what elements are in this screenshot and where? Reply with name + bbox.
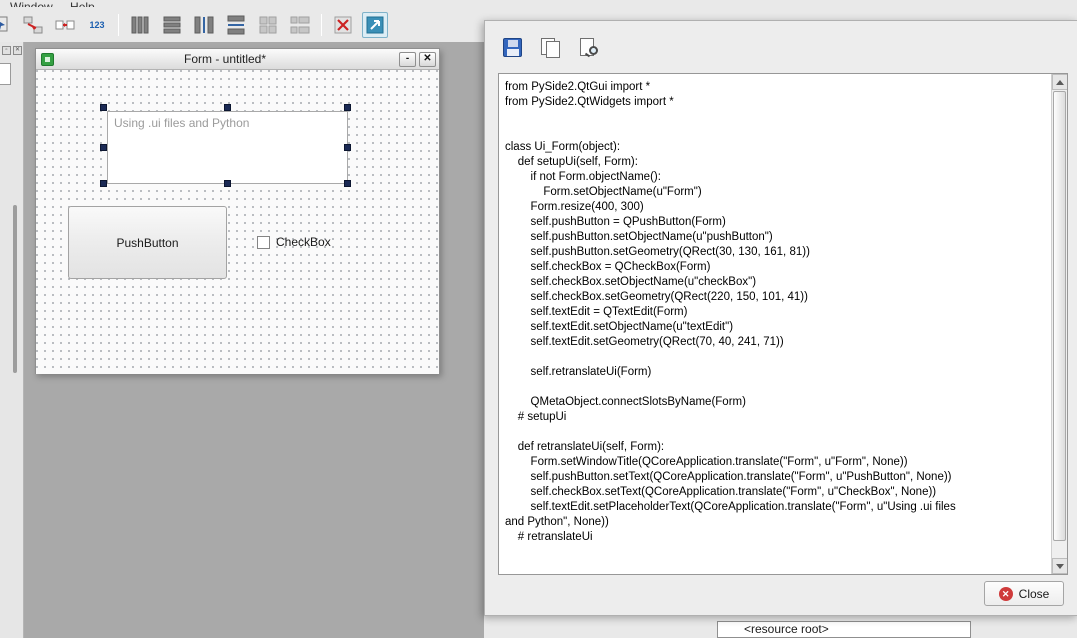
edit-widgets-icon[interactable] <box>0 12 14 38</box>
checkbox-widget[interactable]: CheckBox <box>257 235 331 249</box>
code-line: self.checkBox = QCheckBox(Form) <box>505 260 1049 275</box>
code-line: self.textEdit.setGeometry(QRect(70, 40, … <box>505 335 1049 350</box>
copy-button[interactable] <box>537 33 563 61</box>
layout-form-icon[interactable] <box>287 12 313 38</box>
toolbar-separator <box>118 14 119 36</box>
selection-handle[interactable] <box>344 104 351 111</box>
code-line <box>505 110 1049 125</box>
code-line: # setupUi <box>505 410 1049 425</box>
dock-float-icon[interactable]: ▫ <box>2 46 11 55</box>
close-window-button[interactable]: ✕ <box>419 52 436 67</box>
close-button[interactable]: ✕ Close <box>984 581 1064 606</box>
form-window-titlebar[interactable]: Form - untitled* - ✕ <box>36 49 439 70</box>
selection-handle[interactable] <box>100 180 107 187</box>
code-line: def setupUi(self, Form): <box>505 155 1049 170</box>
resource-browser-partial[interactable]: <resource root> <box>717 621 971 638</box>
code-scrollbar[interactable] <box>1051 74 1067 574</box>
code-line: self.pushButton.setObjectName(u"pushButt… <box>505 230 1049 245</box>
code-preview-dialog: from PySide2.QtGui import *from PySide2.… <box>484 20 1077 616</box>
edit-tab-order-icon[interactable]: 123 <box>84 12 110 38</box>
break-layout-icon[interactable] <box>330 12 356 38</box>
scroll-up-icon[interactable] <box>1052 74 1068 90</box>
menu-help[interactable]: Help <box>70 0 95 7</box>
dock-close-icon[interactable]: ✕ <box>13 46 22 55</box>
code-line: self.pushButton.setText(QCoreApplication… <box>505 470 1049 485</box>
scrollbar-thumb[interactable] <box>1053 91 1066 541</box>
code-line: self.checkBox.setObjectName(u"checkBox") <box>505 275 1049 290</box>
code-line: Form.setWindowTitle(QCoreApplication.tra… <box>505 455 1049 470</box>
close-x-icon: ✕ <box>999 587 1013 601</box>
code-line: self.textEdit.setPlaceholderText(QCoreAp… <box>505 500 1049 515</box>
selection-handle[interactable] <box>224 180 231 187</box>
textedit-widget[interactable]: Using .ui files and Python <box>107 111 348 184</box>
form-window-title: Form - untitled* <box>54 52 396 66</box>
selection-handle[interactable] <box>100 144 107 151</box>
checkbox-label: CheckBox <box>276 235 331 249</box>
layout-horizontal-splitter-icon[interactable] <box>191 12 217 38</box>
code-line: self.retranslateUi(Form) <box>505 365 1049 380</box>
form-window-icon <box>41 53 54 66</box>
code-line: from PySide2.QtWidgets import * <box>505 95 1049 110</box>
layout-horizontal-icon[interactable] <box>127 12 153 38</box>
pushbutton-widget[interactable]: PushButton <box>68 206 227 279</box>
selection-handle[interactable] <box>344 180 351 187</box>
code-line: if not Form.objectName(): <box>505 170 1049 185</box>
code-line: Form.setObjectName(u"Form") <box>505 185 1049 200</box>
checkbox-box[interactable] <box>257 236 270 249</box>
find-button[interactable] <box>575 33 601 61</box>
scroll-down-icon[interactable] <box>1052 558 1068 574</box>
widgetbox-filter-partial[interactable] <box>0 63 11 85</box>
edit-buddies-icon[interactable] <box>52 12 78 38</box>
layout-vertical-splitter-icon[interactable] <box>223 12 249 38</box>
toolbar-separator <box>321 14 322 36</box>
code-line: QMetaObject.connectSlotsByName(Form) <box>505 395 1049 410</box>
code-line <box>505 125 1049 140</box>
code-line: self.textEdit = QTextEdit(Form) <box>505 305 1049 320</box>
designer-toolbar: 123 <box>0 8 480 42</box>
code-line: class Ui_Form(object): <box>505 140 1049 155</box>
code-line: self.checkBox.setText(QCoreApplication.t… <box>505 485 1049 500</box>
code-line: self.pushButton = QPushButton(Form) <box>505 215 1049 230</box>
layout-vertical-icon[interactable] <box>159 12 185 38</box>
menu-window[interactable]: Window <box>10 0 53 7</box>
code-line: def retranslateUi(self, Form): <box>505 440 1049 455</box>
save-button[interactable] <box>499 33 525 61</box>
widgetbox-scrollbar[interactable] <box>13 205 17 373</box>
code-viewer[interactable]: from PySide2.QtGui import *from PySide2.… <box>498 73 1068 575</box>
code-line: # retranslateUi <box>505 530 1049 545</box>
left-dock-strip: ▫ ✕ <box>0 42 24 638</box>
form-canvas[interactable]: Using .ui files and Python PushButton Ch… <box>36 70 439 374</box>
close-button-label: Close <box>1019 587 1050 601</box>
menubar: Window Help <box>0 0 420 7</box>
code-line: self.pushButton.setGeometry(QRect(30, 13… <box>505 245 1049 260</box>
form-editor-window[interactable]: Form - untitled* - ✕ Using .ui files and… <box>35 48 440 374</box>
code-line: self.checkBox.setGeometry(QRect(220, 150… <box>505 290 1049 305</box>
tab-order-label: 123 <box>89 20 104 30</box>
code-line: and Python", None)) <box>505 515 1049 530</box>
code-line <box>505 380 1049 395</box>
save-icon <box>503 38 522 57</box>
code-line: from PySide2.QtGui import * <box>505 80 1049 95</box>
edit-signals-slots-icon[interactable] <box>20 12 46 38</box>
selection-handle[interactable] <box>100 104 107 111</box>
find-icon <box>578 37 598 57</box>
preview-toolbar <box>499 33 601 61</box>
layout-grid-icon[interactable] <box>255 12 281 38</box>
selection-handle[interactable] <box>344 144 351 151</box>
code-line: self.textEdit.setObjectName(u"textEdit") <box>505 320 1049 335</box>
code-editor-content[interactable]: from PySide2.QtGui import *from PySide2.… <box>499 74 1051 574</box>
code-line <box>505 425 1049 440</box>
adjust-size-icon[interactable] <box>362 12 388 38</box>
resource-root-item[interactable]: <resource root> <box>718 622 970 637</box>
copy-icon <box>540 37 560 57</box>
code-line: Form.resize(400, 300) <box>505 200 1049 215</box>
code-line <box>505 350 1049 365</box>
minimize-button[interactable]: - <box>399 52 416 67</box>
selection-handle[interactable] <box>224 104 231 111</box>
